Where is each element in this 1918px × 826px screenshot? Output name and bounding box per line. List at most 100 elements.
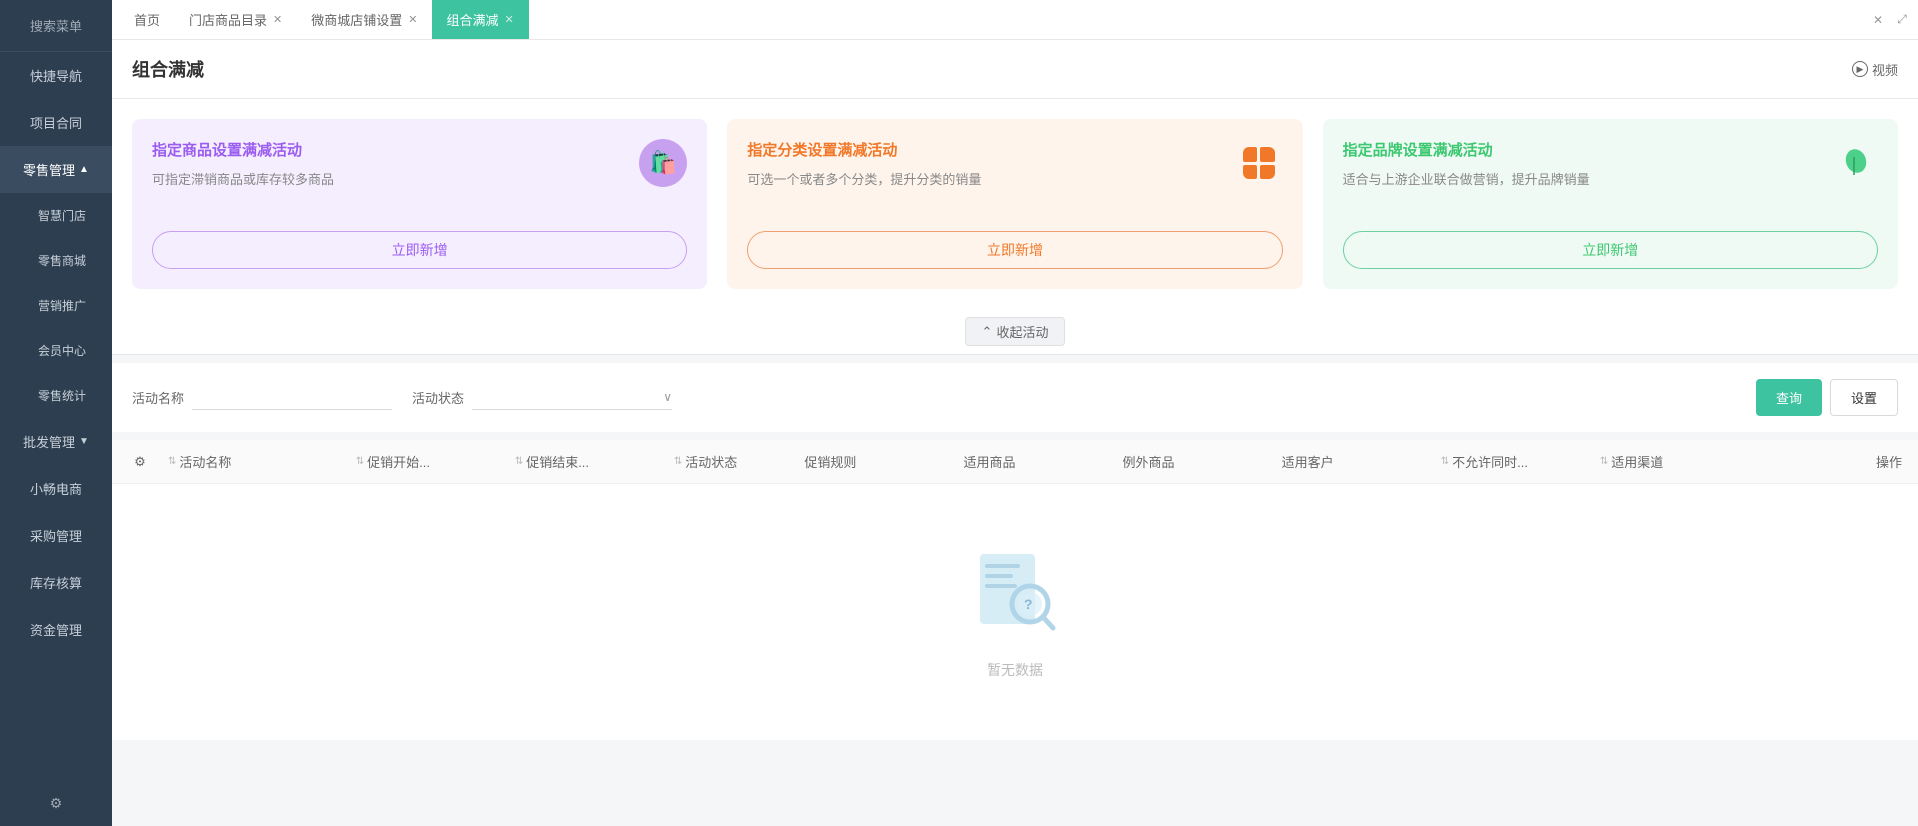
tab-home[interactable]: 首页 (120, 0, 175, 39)
sidebar-item-purchase-mgmt[interactable]: 采购管理 (0, 512, 112, 559)
table-gear-col[interactable]: ⚙ (120, 454, 160, 470)
promo-card-product-title: 指定商品设置满减活动 (152, 139, 687, 160)
sidebar-item-retail-stats[interactable]: 零售统计 (0, 373, 112, 418)
grid-cell-br (1260, 165, 1275, 180)
filter-activity-status: 活动状态 ∨ (412, 386, 672, 410)
sidebar-item-label: 项目合同 (30, 113, 82, 132)
sort-icon[interactable]: ⇅ (168, 456, 176, 467)
settings-button[interactable]: 设置 (1830, 379, 1898, 416)
sidebar-item-wholesale-mgmt[interactable]: 批发管理 ▼ (0, 418, 112, 465)
main-area: 首页 门店商品目录 ✕ 微商城店铺设置 ✕ 组合满减 ✕ ✕ ⤢ 组合满减 ▶ … (112, 0, 1918, 826)
tab-store-catalog[interactable]: 门店商品目录 ✕ (175, 0, 297, 39)
sidebar-item-label: 资金管理 (30, 620, 82, 639)
tab-wechat-shop-settings[interactable]: 微商城店铺设置 ✕ (297, 0, 432, 39)
table-section: ⚙ ⇅ 活动名称 ⇅ 促销开始... ⇅ 促销结束... ⇅ 活动状态 (112, 440, 1918, 740)
sidebar-item-marketing[interactable]: 营销推广 (0, 283, 112, 328)
promo-card-category-title: 指定分类设置满减活动 (747, 139, 1282, 160)
table-col-applicable-customer: 适用客户 (1274, 452, 1433, 471)
table-col-applicable-channel: ⇅ 适用渠道 (1592, 452, 1751, 471)
no-data-illustration: ? (965, 544, 1065, 644)
grid-cell-bl (1243, 165, 1258, 180)
tab-combo-discount-close[interactable]: ✕ (505, 13, 514, 26)
sidebar-search[interactable]: 搜索菜单 (0, 0, 112, 52)
sidebar-item-quick-nav[interactable]: 快捷导航 (0, 52, 112, 99)
activity-status-select-wrapper[interactable]: ∨ (472, 386, 672, 410)
tab-store-catalog-close[interactable]: ✕ (273, 13, 282, 26)
close-button[interactable]: ✕ (1870, 12, 1886, 28)
filter-activity-name: 活动名称 (132, 386, 392, 410)
sidebar-item-fund-mgmt[interactable]: 资金管理 (0, 606, 112, 653)
sidebar-item-project-contract[interactable]: 项目合同 (0, 99, 112, 146)
query-button[interactable]: 查询 (1756, 379, 1822, 416)
sidebar-item-member-center[interactable]: 会员中心 (0, 328, 112, 373)
table-col-promo-start: ⇅ 促销开始... (348, 452, 507, 471)
tab-combo-discount[interactable]: 组合满减 ✕ (432, 0, 528, 39)
sidebar-item-xiaochang-ecommerce[interactable]: 小畅电商 (0, 465, 112, 512)
tab-combo-discount-label: 组合满减 (446, 10, 498, 29)
promo-card-category-icon (1235, 139, 1283, 187)
tab-wechat-shop-settings-label: 微商城店铺设置 (311, 10, 402, 29)
page-title: 组合满减 (132, 56, 204, 82)
sort-icon[interactable]: ⇅ (515, 456, 523, 467)
sidebar-item-label: 智慧门店 (38, 207, 86, 224)
sort-icon[interactable]: ⇅ (1441, 456, 1449, 467)
sidebar-item-label: 小畅电商 (30, 479, 82, 498)
sidebar-item-label: 零售统计 (38, 387, 86, 404)
sidebar-item-label: 批发管理 (23, 432, 75, 451)
table-col-exception-goods: 例外商品 (1115, 452, 1274, 471)
sidebar-item-retail-mall[interactable]: 零售商城 (0, 238, 112, 283)
sidebar-item-label: 采购管理 (30, 526, 82, 545)
empty-state: ? 暂无数据 (112, 484, 1918, 740)
promo-card-product-desc: 可指定滞销商品或库存较多商品 (152, 170, 687, 215)
promo-card-product-icon: 🛍️ (639, 139, 687, 187)
sidebar-item-label: 零售管理 (23, 160, 75, 179)
tab-wechat-shop-settings-close[interactable]: ✕ (408, 13, 417, 26)
sidebar-item-retail-mgmt[interactable]: 零售管理 ▲ (0, 146, 112, 193)
sidebar-item-label: 零售商城 (38, 252, 86, 269)
gear-icon: ⚙ (50, 795, 63, 811)
promo-card-brand-btn[interactable]: 立即新增 (1343, 231, 1878, 269)
promo-card-category-btn[interactable]: 立即新增 (747, 231, 1282, 269)
leaf-icon (1838, 147, 1870, 179)
activity-status-select[interactable] (472, 390, 663, 405)
promo-card-brand-icon (1830, 139, 1878, 187)
grid-cell-tl (1243, 147, 1258, 162)
filter-activity-status-label: 活动状态 (412, 388, 464, 407)
bag-icon: 🛍️ (650, 150, 677, 176)
sort-icon[interactable]: ⇅ (674, 456, 682, 467)
sidebar: 搜索菜单 快捷导航 项目合同 零售管理 ▲ 智慧门店 零售商城 营销推广 会员中… (0, 0, 112, 826)
sort-icon[interactable]: ⇅ (1600, 456, 1608, 467)
chevron-up-icon: ▲ (79, 164, 89, 175)
tab-store-catalog-label: 门店商品目录 (189, 10, 267, 29)
collapse-bar: ⌃ 收起活动 (112, 309, 1918, 355)
table-col-activity-status: ⇅ 活动状态 (666, 452, 796, 471)
maximize-button[interactable]: ⤢ (1894, 12, 1910, 28)
collapse-btn[interactable]: ⌃ 收起活动 (965, 317, 1066, 346)
gear-icon: ⚙ (134, 454, 146, 470)
window-controls: ✕ ⤢ (1870, 12, 1910, 28)
page-header: 组合满减 ▶ 视频 (112, 40, 1918, 99)
svg-text:?: ? (1024, 596, 1033, 612)
filter-section: 活动名称 活动状态 ∨ 查询 设置 (112, 363, 1918, 432)
promo-card-brand: 指定品牌设置满减活动 适合与上游企业联合做营销，提升品牌销量 立即新增 (1323, 119, 1898, 289)
promo-card-brand-desc: 适合与上游企业联合做营销，提升品牌销量 (1343, 170, 1878, 215)
activity-name-input[interactable] (192, 386, 392, 410)
promo-card-product: 指定商品设置满减活动 🛍️ 可指定滞销商品或库存较多商品 立即新增 (132, 119, 707, 289)
table-col-operation: 操作 (1751, 452, 1910, 471)
video-label: 视频 (1872, 60, 1898, 79)
promo-card-brand-title: 指定品牌设置满减活动 (1343, 139, 1878, 160)
sidebar-item-label: 会员中心 (38, 342, 86, 359)
sidebar-settings[interactable]: ⚙ (0, 781, 112, 826)
table-col-applicable-goods: 适用商品 (955, 452, 1114, 471)
table-col-activity-name: ⇅ 活动名称 (160, 452, 348, 471)
collapse-btn-label: 收起活动 (996, 322, 1048, 341)
video-icon: ▶ (1852, 61, 1868, 77)
chevron-down-icon: ∨ (663, 390, 672, 404)
sort-icon[interactable]: ⇅ (356, 456, 364, 467)
sidebar-item-smart-store[interactable]: 智慧门店 (0, 193, 112, 238)
table-col-no-concurrent: ⇅ 不允许同时... (1433, 452, 1592, 471)
sidebar-item-inventory-calc[interactable]: 库存核算 (0, 559, 112, 606)
promo-card-product-btn[interactable]: 立即新增 (152, 231, 687, 269)
empty-text: 暂无数据 (987, 660, 1043, 680)
video-link[interactable]: ▶ 视频 (1852, 60, 1898, 79)
